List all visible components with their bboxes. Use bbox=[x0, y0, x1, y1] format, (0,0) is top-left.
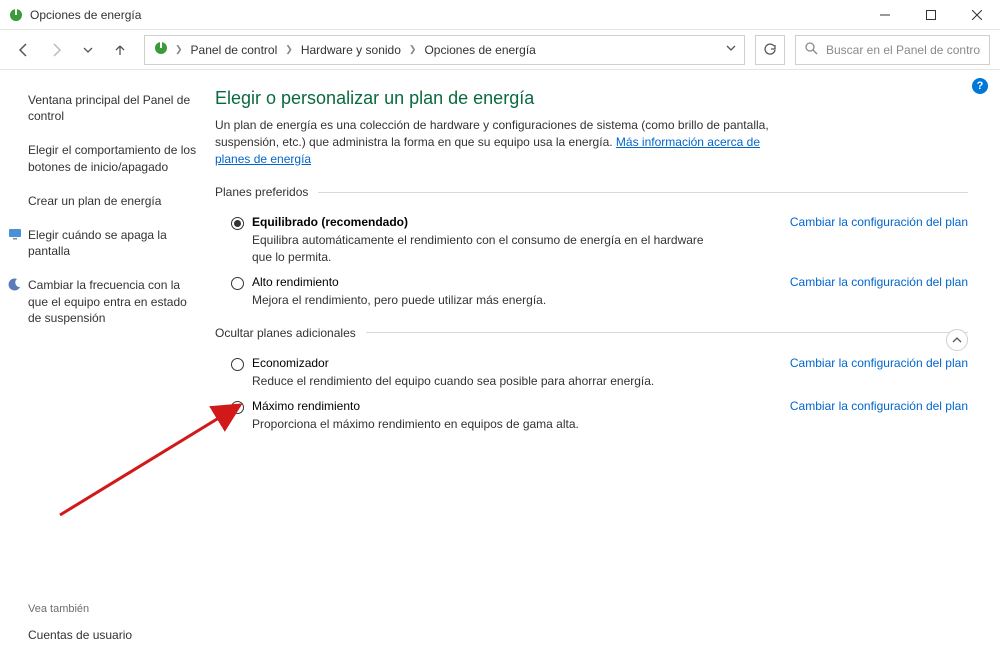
plan-radio-power-saver[interactable] bbox=[231, 358, 244, 371]
plan-name: Alto rendimiento bbox=[252, 275, 339, 289]
back-button[interactable] bbox=[10, 36, 38, 64]
page-title: Elegir o personalizar un plan de energía bbox=[215, 88, 968, 109]
recent-locations-button[interactable] bbox=[74, 36, 102, 64]
chevron-right-icon: ❯ bbox=[285, 44, 293, 55]
navbar: ❯ Panel de control ❯ Hardware y sonido ❯… bbox=[0, 30, 1000, 70]
plan-radio-high-performance[interactable] bbox=[231, 277, 244, 290]
group-legend: Ocultar planes adicionales bbox=[215, 326, 366, 340]
plan-row: Alto rendimiento Cambiar la configuració… bbox=[215, 269, 968, 312]
chevron-up-icon bbox=[952, 335, 962, 345]
plan-radio-balanced[interactable] bbox=[231, 217, 244, 230]
sidebar-item-button-behavior[interactable]: Elegir el comportamiento de los botones … bbox=[28, 138, 197, 178]
content-area: ? Ventana principal del Panel de control… bbox=[0, 70, 1000, 661]
monitor-icon bbox=[8, 227, 22, 241]
chevron-right-icon: ❯ bbox=[175, 44, 183, 55]
additional-plans-group: Ocultar planes adicionales Economizador … bbox=[215, 326, 968, 442]
search-input[interactable] bbox=[826, 43, 981, 57]
group-legend: Planes preferidos bbox=[215, 185, 318, 199]
see-also-heading: Vea también bbox=[28, 603, 197, 615]
breadcrumb[interactable]: Panel de control bbox=[189, 41, 280, 59]
sidebar-item-home[interactable]: Ventana principal del Panel de control bbox=[28, 88, 197, 128]
maximize-button[interactable] bbox=[908, 0, 954, 30]
sidebar-item-label: Elegir el comportamiento de los botones … bbox=[28, 143, 196, 173]
moon-icon bbox=[8, 277, 22, 291]
main-panel: Elegir o personalizar un plan de energía… bbox=[205, 70, 1000, 661]
address-bar[interactable]: ❯ Panel de control ❯ Hardware y sonido ❯… bbox=[144, 35, 745, 65]
sidebar-item-display-off[interactable]: Elegir cuándo se apaga la pantalla bbox=[28, 223, 197, 263]
sidebar-item-sleep[interactable]: Cambiar la frecuencia con la que el equi… bbox=[28, 273, 197, 330]
app-icon bbox=[8, 7, 24, 23]
plan-description: Equilibra automáticamente el rendimiento… bbox=[252, 232, 712, 264]
change-plan-settings-link[interactable]: Cambiar la configuración del plan bbox=[790, 399, 968, 413]
collapse-toggle-button[interactable] bbox=[946, 329, 968, 351]
sidebar-item-user-accounts[interactable]: Cuentas de usuario bbox=[28, 623, 197, 647]
sidebar-item-label: Crear un plan de energía bbox=[28, 194, 161, 208]
plan-description: Mejora el rendimiento, pero puede utiliz… bbox=[252, 292, 712, 308]
address-dropdown-icon[interactable] bbox=[726, 43, 736, 56]
plan-name: Máximo rendimiento bbox=[252, 399, 360, 413]
plan-name: Economizador bbox=[252, 356, 329, 370]
titlebar: Opciones de energía bbox=[0, 0, 1000, 30]
close-button[interactable] bbox=[954, 0, 1000, 30]
sidebar: Ventana principal del Panel de control E… bbox=[0, 70, 205, 661]
plan-row: Economizador Cambiar la configuración de… bbox=[215, 350, 968, 393]
address-icon bbox=[153, 40, 169, 59]
page-description: Un plan de energía es una colección de h… bbox=[215, 117, 775, 167]
sidebar-item-label: Ventana principal del Panel de control bbox=[28, 93, 190, 123]
help-icon[interactable]: ? bbox=[972, 78, 988, 94]
plan-row: Máximo rendimiento Cambiar la configurac… bbox=[215, 393, 968, 436]
window-title: Opciones de energía bbox=[30, 8, 862, 22]
plan-row: Equilibrado (recomendado) Cambiar la con… bbox=[215, 209, 968, 268]
change-plan-settings-link[interactable]: Cambiar la configuración del plan bbox=[790, 275, 968, 289]
breadcrumb[interactable]: Opciones de energía bbox=[422, 41, 537, 59]
change-plan-settings-link[interactable]: Cambiar la configuración del plan bbox=[790, 215, 968, 229]
breadcrumb[interactable]: Hardware y sonido bbox=[299, 41, 403, 59]
minimize-button[interactable] bbox=[862, 0, 908, 30]
plan-name: Equilibrado (recomendado) bbox=[252, 215, 408, 229]
plan-description: Reduce el rendimiento del equipo cuando … bbox=[252, 373, 712, 389]
sidebar-item-label: Cambiar la frecuencia con la que el equi… bbox=[28, 278, 187, 324]
refresh-button[interactable] bbox=[755, 35, 785, 65]
chevron-right-icon: ❯ bbox=[409, 44, 417, 55]
sidebar-item-label: Elegir cuándo se apaga la pantalla bbox=[28, 228, 167, 258]
forward-button[interactable] bbox=[42, 36, 70, 64]
change-plan-settings-link[interactable]: Cambiar la configuración del plan bbox=[790, 356, 968, 370]
sidebar-item-label: Cuentas de usuario bbox=[28, 628, 132, 642]
search-icon bbox=[804, 41, 818, 58]
plan-radio-ultimate-performance[interactable] bbox=[231, 401, 244, 414]
preferred-plans-group: Planes preferidos Equilibrado (recomenda… bbox=[215, 185, 968, 318]
search-box[interactable] bbox=[795, 35, 990, 65]
sidebar-item-create-plan[interactable]: Crear un plan de energía bbox=[28, 189, 197, 213]
plan-description: Proporciona el máximo rendimiento en equ… bbox=[252, 416, 712, 432]
up-button[interactable] bbox=[106, 36, 134, 64]
